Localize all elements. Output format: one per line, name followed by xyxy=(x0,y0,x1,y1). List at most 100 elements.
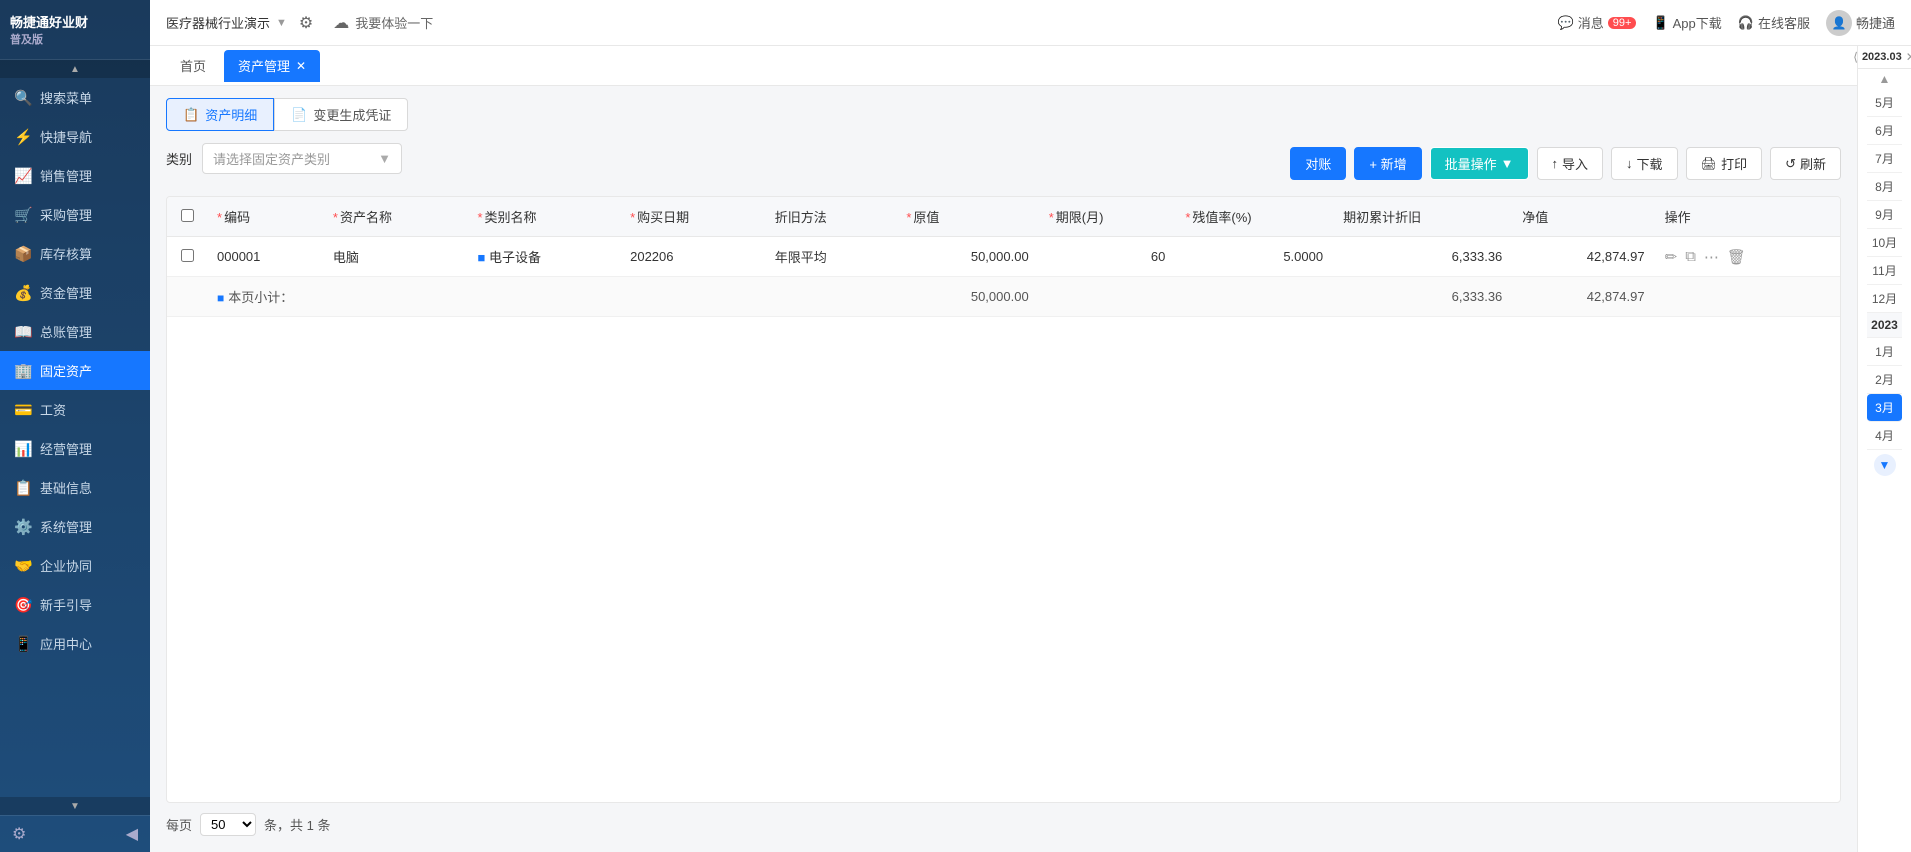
cal-month-before-8月[interactable]: 8月 xyxy=(1867,173,1902,201)
sidebar-bottom: ⚙ ◀ xyxy=(0,815,150,852)
cal-month-before-9月[interactable]: 9月 xyxy=(1867,201,1902,229)
main-area: 医疗器械行业演示 ▼ ⚙ ☁ 我要体验一下 💬 消息 99+ 📱 App下载 🎧… xyxy=(150,0,1911,852)
sidebar-item-guide[interactable]: 🎯新手引导 xyxy=(0,585,150,624)
category-filter-select[interactable]: 请选择固定资产类别 ▼ xyxy=(202,143,402,174)
sidebar-item-basic-info[interactable]: 📋基础信息 xyxy=(0,468,150,507)
import-btn[interactable]: ↑ 导入 xyxy=(1537,147,1604,180)
company-selector[interactable]: 医疗器械行业演示 ▼ xyxy=(166,13,287,32)
sidebar-item-purchase[interactable]: 🛒采购管理 xyxy=(0,195,150,234)
user-btn[interactable]: 👤 畅捷通 xyxy=(1826,10,1895,36)
total-count-label: 条，共 1 条 xyxy=(264,815,330,834)
sidebar-item-salary[interactable]: 💳 工资 xyxy=(0,390,150,429)
subtotal-accumulated-depreciation: 6,333.36 xyxy=(1333,277,1512,317)
sidebar-label-purchase: 采购管理 xyxy=(40,205,92,224)
cal-month-before-7月[interactable]: 7月 xyxy=(1867,145,1902,173)
asset-detail-icon: 📋 xyxy=(183,107,199,123)
refresh-label: 刷新 xyxy=(1800,154,1826,173)
row-checkbox-0[interactable] xyxy=(181,249,194,262)
sidebar-icon-guide: 🎯 xyxy=(14,596,32,614)
sidebar-icon-system: ⚙️ xyxy=(14,518,32,536)
cal-month-after-2月[interactable]: 2月 xyxy=(1867,366,1902,394)
refresh-btn[interactable]: ↺ 刷新 xyxy=(1770,147,1841,180)
row-original-value: 50,000.00 xyxy=(896,237,1038,277)
edit-icon[interactable]: ✏ xyxy=(1665,248,1678,266)
reconcile-btn[interactable]: 对账 xyxy=(1290,147,1346,180)
per-page-select[interactable]: 50 100 200 xyxy=(200,813,256,836)
batch-ops-btn[interactable]: 批量操作 ▼ xyxy=(1430,147,1529,180)
cal-month-after-3月[interactable]: 3月 xyxy=(1867,394,1902,422)
tab-home[interactable]: 首页 xyxy=(166,50,220,82)
refresh-icon: ↺ xyxy=(1785,156,1796,172)
delete-icon[interactable]: 🗑 xyxy=(1727,248,1746,266)
cal-month-before-11月[interactable]: 11月 xyxy=(1867,257,1902,285)
cloud-icon: ☁ xyxy=(333,13,349,33)
cal-close-icon[interactable]: ✕ xyxy=(1906,50,1911,64)
cal-month-before-12月[interactable]: 12月 xyxy=(1867,285,1902,313)
sidebar-item-fixed-assets[interactable]: 🏢固定资产 xyxy=(0,351,150,390)
row-category: ■ 电子设备 xyxy=(467,237,620,277)
sidebar-item-inventory[interactable]: 📦库存核算 xyxy=(0,234,150,273)
content-area: 首页 资产管理 ✕ 📋 资产明细 📄 变更生成凭证 xyxy=(150,46,1911,852)
inner-page: 📋 资产明细 📄 变更生成凭证 类别 请选择固定资产类别 ▼ xyxy=(150,86,1857,852)
subtotal-icon: ■ xyxy=(217,291,224,305)
sidebar-label-salary: 工资 xyxy=(40,400,66,419)
tab-close-icon[interactable]: ✕ xyxy=(296,59,306,73)
sidebar-icon-sales: 📈 xyxy=(14,167,32,185)
cal-month-after-4月[interactable]: 4月 xyxy=(1867,422,1902,450)
new-btn[interactable]: + 新增 xyxy=(1354,147,1421,180)
app-download-label: App下载 xyxy=(1673,13,1722,32)
print-btn[interactable]: 🖨 打印 xyxy=(1686,147,1763,180)
sub-tab-change-voucher[interactable]: 📄 变更生成凭证 xyxy=(274,98,408,131)
header-period: *期限(月) xyxy=(1039,197,1176,237)
sidebar-scroll-up[interactable]: ▲ xyxy=(0,60,150,78)
online-service-btn[interactable]: 🎧 在线客服 xyxy=(1738,13,1810,32)
cal-month-before-6月[interactable]: 6月 xyxy=(1867,117,1902,145)
download-btn[interactable]: ↓ 下载 xyxy=(1611,147,1678,180)
sidebar-item-quick-nav[interactable]: ⚡快捷导航 xyxy=(0,117,150,156)
messages-btn[interactable]: 💬 消息 99+ xyxy=(1558,13,1637,32)
sub-tab-asset-detail[interactable]: 📋 资产明细 xyxy=(166,98,274,131)
sidebar-scroll-down[interactable]: ▼ xyxy=(0,797,150,815)
select-all-checkbox[interactable] xyxy=(181,209,194,222)
sidebar-item-ledger[interactable]: 📖总账管理 xyxy=(0,312,150,351)
sidebar-item-sales[interactable]: 📈销售管理 xyxy=(0,156,150,195)
header-code: *编码 xyxy=(207,197,323,237)
row-ops: ✏ ⧉ ⋯ 🗑 xyxy=(1655,237,1840,277)
sidebar-item-enterprise[interactable]: 🤝企业协同 xyxy=(0,546,150,585)
company-name: 医疗器械行业演示 xyxy=(166,13,270,32)
settings-icon[interactable]: ⚙ xyxy=(12,824,26,844)
copy-icon[interactable]: ⧉ xyxy=(1685,248,1696,265)
import-label: 导入 xyxy=(1562,154,1588,173)
app-download-btn[interactable]: 📱 App下载 xyxy=(1652,13,1721,32)
category-filter-placeholder: 请选择固定资产类别 xyxy=(213,149,330,168)
toolbar-right: 对账 + 新增 批量操作 ▼ ↑ 导入 xyxy=(1290,147,1841,180)
cal-month-before-10月[interactable]: 10月 xyxy=(1867,229,1902,257)
right-sidebar-calendar: ⟨ 2023.03 ✕ ▲ 5月6月7月8月9月10月11月12月20231月2… xyxy=(1857,46,1911,852)
tab-asset-management[interactable]: 资产管理 ✕ xyxy=(224,50,320,82)
cal-circle-down[interactable]: ▼ xyxy=(1874,454,1896,476)
cal-year-label: 2023 xyxy=(1867,313,1902,338)
category-filter-label: 类别 xyxy=(166,149,192,168)
sub-tab-asset-detail-label: 资产明细 xyxy=(205,105,257,124)
sidebar-item-operations[interactable]: 📊经营管理 xyxy=(0,429,150,468)
sidebar-item-app-center[interactable]: 📱应用中心 xyxy=(0,624,150,663)
subtotal-net-value: 42,874.97 xyxy=(1512,277,1654,317)
page-content: 首页 资产管理 ✕ 📋 资产明细 📄 变更生成凭证 xyxy=(150,46,1857,852)
topbar-right: 💬 消息 99+ 📱 App下载 🎧 在线客服 👤 畅捷通 xyxy=(1558,10,1895,36)
more-icon[interactable]: ⋯ xyxy=(1704,248,1719,266)
cal-expand-icon[interactable]: ⟨ xyxy=(1853,50,1858,64)
cal-month-before-5月[interactable]: 5月 xyxy=(1867,89,1902,117)
header-category: *类别名称 xyxy=(467,197,620,237)
sidebar-item-fund[interactable]: 💰资金管理 xyxy=(0,273,150,312)
sidebar-icon-search: 🔍 xyxy=(14,89,32,107)
sidebar-icon-salary: 💳 xyxy=(14,401,32,419)
header-purchase-date: *购买日期 xyxy=(620,197,765,237)
sidebar-item-search[interactable]: 🔍搜索菜单 xyxy=(0,78,150,117)
cal-month-after-1月[interactable]: 1月 xyxy=(1867,338,1902,366)
row-purchase-date: 202206 xyxy=(620,237,765,277)
sidebar-item-system[interactable]: ⚙️系统管理 xyxy=(0,507,150,546)
cal-scroll-up[interactable]: ▲ xyxy=(1879,69,1891,89)
settings-gear-icon[interactable]: ⚙ xyxy=(299,13,313,33)
collapse-icon[interactable]: ◀ xyxy=(126,824,138,844)
experience-btn[interactable]: ☁ 我要体验一下 xyxy=(333,13,433,33)
